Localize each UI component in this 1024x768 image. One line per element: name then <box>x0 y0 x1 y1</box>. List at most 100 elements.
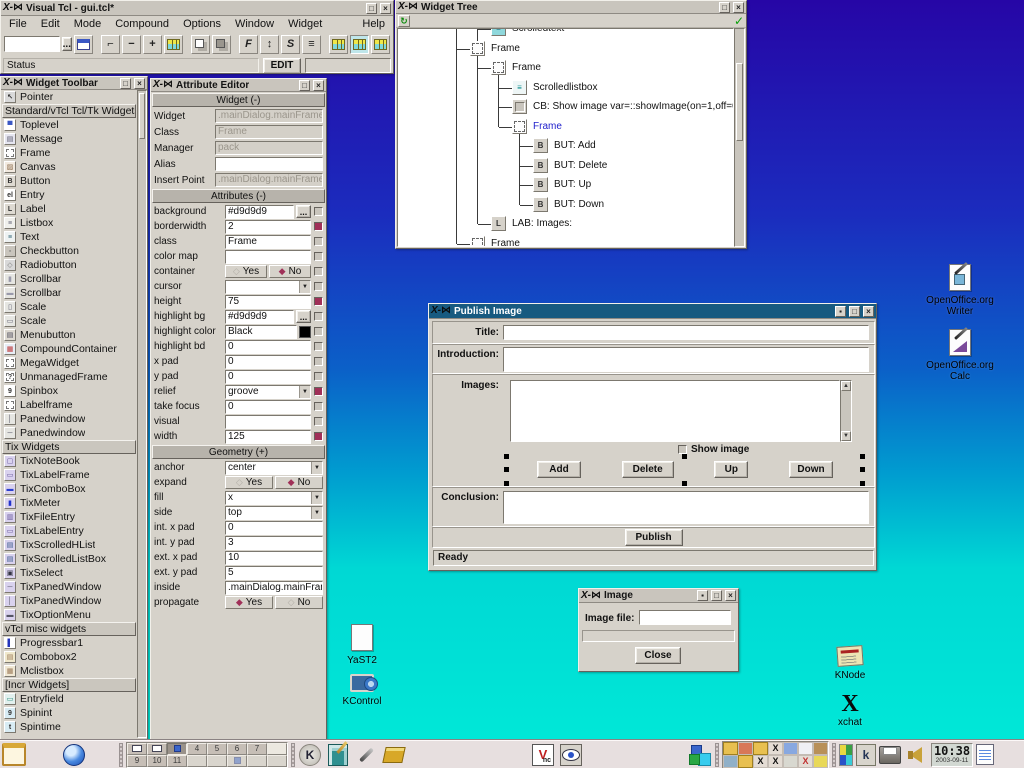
notes-icon[interactable] <box>976 744 994 765</box>
pager-desktop-6[interactable]: 6 <box>227 743 247 755</box>
pager-desktop-8[interactable] <box>267 743 287 755</box>
widget-border-icon[interactable]: ⌐ <box>101 35 120 54</box>
titlebar[interactable]: X-⋈ Image ▪ □ × <box>579 589 738 603</box>
section-widget[interactable]: Widget (-) <box>152 93 325 107</box>
tree-item-but-add[interactable]: BUT: Add <box>398 136 733 155</box>
tree-scrollbar[interactable] <box>734 28 745 247</box>
introduction-textarea[interactable] <box>503 347 869 372</box>
button-down[interactable]: Down <box>789 461 833 478</box>
button-delete[interactable]: Delete <box>622 461 674 478</box>
attr-changed-checkbox[interactable] <box>314 357 323 366</box>
selection-handle[interactable] <box>682 454 687 459</box>
tree-item-but-up[interactable]: BUT: Up <box>398 175 733 194</box>
attr-entry[interactable]: Frame <box>225 235 311 249</box>
option-yes[interactable]: ◇Yes <box>225 265 267 278</box>
desktop-cubes-icon[interactable] <box>688 743 712 767</box>
option-no[interactable]: ◇No <box>275 596 323 609</box>
attr-changed-checkbox[interactable] <box>314 267 323 276</box>
refresh-icon[interactable]: ↻ <box>398 15 410 27</box>
mozilla-icon[interactable] <box>92 743 116 767</box>
attr-changed-checkbox[interactable] <box>314 222 323 231</box>
widget-item-panedwindow[interactable]: ─Panedwindow <box>2 426 136 440</box>
widget-item-tixfileentry[interactable]: ▥TixFileEntry <box>2 510 136 524</box>
tree-item-frame[interactable]: Frame <box>398 58 733 77</box>
command-input[interactable] <box>4 36 60 52</box>
move-widget-icon[interactable]: + <box>143 35 162 54</box>
dropdown-arrow-icon[interactable]: ▼ <box>311 492 322 504</box>
widget-item-tixscrolledhlist[interactable]: ▤TixScrolledHList <box>2 538 136 552</box>
option-yes[interactable]: ◆Yes <box>225 596 273 609</box>
window-grid-pkg-icon[interactable] <box>813 742 828 755</box>
window-layout-icon[interactable] <box>329 35 348 54</box>
widget-group-tix-widgets[interactable]: Tix Widgets <box>2 440 136 454</box>
widget-item-spinint[interactable]: 9Spinint <box>2 706 136 720</box>
pager-desktop-1[interactable] <box>127 743 147 755</box>
dropdown-arrow-icon[interactable]: ▼ <box>311 462 322 474</box>
widget-item-tixoptionmenu[interactable]: ▬TixOptionMenu <box>2 608 136 622</box>
section-attributes[interactable]: Attributes (-) <box>152 189 325 203</box>
widget-item-button[interactable]: BButton <box>2 174 136 188</box>
window-grid-folder-icon[interactable] <box>753 742 768 755</box>
maximize-button[interactable]: □ <box>366 3 377 14</box>
images-listbox[interactable] <box>510 380 840 442</box>
selection-handle[interactable] <box>682 481 687 486</box>
widget-item-tixpanedwindow[interactable]: │TixPanedWindow <box>2 594 136 608</box>
widget-item-tixscrolledlistbox[interactable]: ▤TixScrolledListBox <box>2 552 136 566</box>
maximize-button[interactable]: □ <box>711 590 722 601</box>
klipper-icon[interactable] <box>856 744 876 766</box>
konqueror-icon[interactable] <box>62 743 86 767</box>
section-geometry[interactable]: Geometry (+) <box>152 445 325 459</box>
style-tool-icon[interactable]: S <box>281 35 300 54</box>
maximize-button[interactable]: □ <box>719 2 730 13</box>
scroll-up-icon[interactable]: ▲ <box>841 381 851 391</box>
attr-entry[interactable]: 0 <box>225 400 311 414</box>
maximize-button[interactable]: □ <box>299 80 310 91</box>
tree-item-but-delete[interactable]: BUT: Delete <box>398 156 733 175</box>
widget-item-panedwindow[interactable]: │Panedwindow <box>2 412 136 426</box>
toplevel-window-icon[interactable] <box>74 35 93 54</box>
window-grid-bell-icon[interactable] <box>813 755 828 768</box>
copy-widget-icon[interactable] <box>191 35 210 54</box>
widget-item-scrollbar[interactable]: ▮Scrollbar <box>2 272 136 286</box>
color-picker-button[interactable]: ... <box>296 205 311 218</box>
button-add[interactable]: Add <box>537 461 581 478</box>
desktop-icon-xchat[interactable]: X xchat <box>826 692 874 728</box>
image-file-input[interactable] <box>639 610 731 625</box>
titlebar[interactable]: X-⋈ Widget Tree □ × <box>396 1 746 14</box>
conclusion-textarea[interactable] <box>503 491 869 524</box>
attr-entry[interactable]: Black <box>225 325 297 339</box>
clock-applet[interactable]: 10:38 2003-09-11 <box>931 743 973 767</box>
attr-dropdown[interactable]: top▼ <box>225 506 323 520</box>
attr-dropdown[interactable]: groove▼ <box>225 385 311 399</box>
printer-icon[interactable] <box>879 746 901 764</box>
window-grid-win-icon[interactable] <box>798 742 813 755</box>
window-grid-clip-icon[interactable] <box>783 755 798 768</box>
attr-changed-checkbox[interactable] <box>314 312 323 321</box>
publish-button[interactable]: Publish <box>625 529 683 546</box>
attr-changed-checkbox[interactable] <box>314 252 323 261</box>
menu-help[interactable]: Help <box>362 18 385 30</box>
pager-desktop-15[interactable] <box>247 755 267 767</box>
home-icon[interactable] <box>32 743 56 767</box>
maximize-button[interactable]: □ <box>120 78 131 89</box>
vnc-icon[interactable] <box>532 744 554 766</box>
pager-desktop-3[interactable] <box>167 743 187 755</box>
widget-item-combobox2[interactable]: ▤Combobox2 <box>2 650 136 664</box>
widget-item-label[interactable]: LLabel <box>2 202 136 216</box>
widget-item-radiobutton[interactable]: ◇Radiobutton <box>2 258 136 272</box>
eye-icon[interactable] <box>560 744 582 766</box>
attr-entry[interactable]: .mainDialog.mainFrame <box>225 581 323 595</box>
titlebar[interactable]: X-⋈ Widget Toolbar □ × <box>1 77 147 90</box>
widget-item-listbox[interactable]: ≡Listbox <box>2 216 136 230</box>
desktop-icon-openoffice-writer[interactable]: OpenOffice.org Writer <box>920 264 1000 317</box>
kde-menu-icon[interactable] <box>298 743 322 767</box>
dropdown-arrow-icon[interactable]: ▼ <box>299 386 310 398</box>
resize-tool-icon[interactable]: ↕ <box>260 35 279 54</box>
attr-entry[interactable]: 125 <box>225 430 311 444</box>
selection-handle[interactable] <box>860 454 865 459</box>
attr-entry[interactable]: 5 <box>225 566 323 580</box>
book-icon[interactable] <box>382 743 406 767</box>
pager-desktop-2[interactable] <box>147 743 167 755</box>
paste-widget-icon[interactable] <box>212 35 231 54</box>
widget-item-menubutton[interactable]: ▤Menubutton <box>2 328 136 342</box>
